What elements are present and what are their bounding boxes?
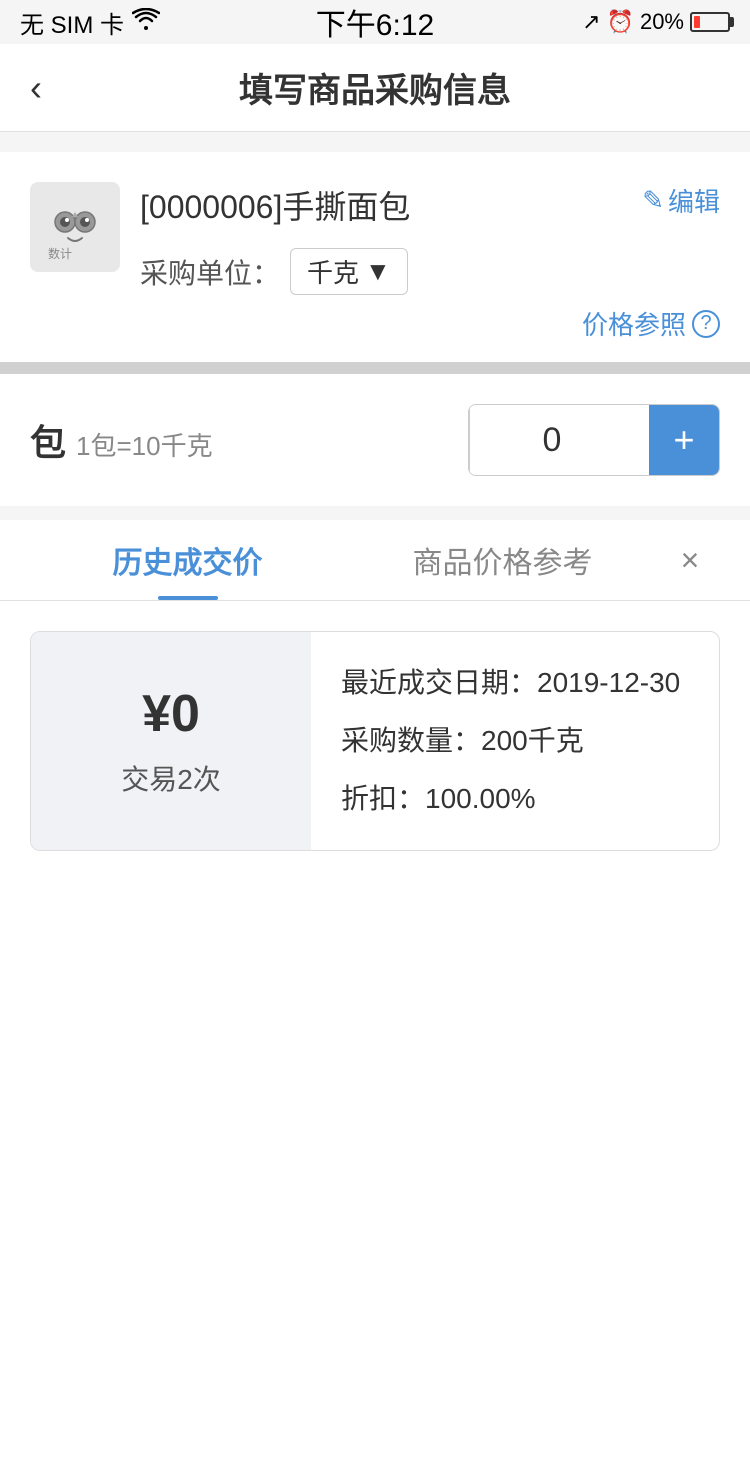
tab-history-price-label: 历史成交价 xyxy=(113,538,263,582)
status-left: 无 SIM 卡 xyxy=(20,5,160,40)
alarm-icon: ⏰ xyxy=(607,9,634,35)
back-button[interactable]: ‹ xyxy=(30,67,42,109)
price-ref-help-icon: ? xyxy=(692,310,720,338)
quantity-label: 包 1包=10千克 xyxy=(30,414,213,466)
tab-bar: 历史成交价 商品价格参考 × xyxy=(0,520,750,601)
price-card-right: 最近成交日期：2019-12-30 采购数量：200千克 折扣：100.00% xyxy=(311,632,719,850)
quantity-label-text: 采购数量： xyxy=(341,725,481,756)
quantity-row: 包 1包=10千克 + xyxy=(0,374,750,506)
product-info: [0000006]手撕面包 采购单位： 千克 ▼ xyxy=(140,182,410,295)
price-transactions: 交易2次 xyxy=(121,758,221,798)
page-header: ‹ 填写商品采购信息 xyxy=(0,44,750,132)
recent-date-row: 最近成交日期：2019-12-30 xyxy=(341,662,689,704)
status-bar: 无 SIM 卡 下午6:12 ↗ ⏰ 20% xyxy=(0,0,750,44)
product-card: 数计 [0000006]手撕面包 采购单位： 千克 ▼ ✎ 编辑 价格参照 xyxy=(0,152,750,362)
price-ref-button[interactable]: 价格参照 ? xyxy=(582,305,720,342)
tab-history-price[interactable]: 历史成交价 xyxy=(30,520,345,600)
recent-date-value: 2019-12-30 xyxy=(537,667,680,698)
recent-date-label: 最近成交日期： xyxy=(341,667,537,698)
battery-fill xyxy=(694,16,700,28)
quantity-value: 200千克 xyxy=(481,725,584,756)
unit-dropdown[interactable]: 千克 ▼ xyxy=(290,248,408,295)
unit-value: 千克 xyxy=(307,253,359,290)
product-logo-icon: 数计 xyxy=(40,192,110,262)
svg-text:数计: 数计 xyxy=(48,246,72,261)
quantity-unit-conversion: 1包=10千克 xyxy=(76,426,213,463)
product-name: [0000006]手撕面包 xyxy=(140,182,410,228)
purchase-quantity-row: 采购数量：200千克 xyxy=(341,720,689,762)
tab-product-price-ref[interactable]: 商品价格参考 xyxy=(345,520,660,600)
discount-value: 100.00% xyxy=(425,783,536,814)
quantity-plus-button[interactable]: + xyxy=(649,405,719,475)
quantity-unit-big: 包 xyxy=(30,414,66,466)
discount-label: 折扣： xyxy=(341,783,425,814)
carrier-text: 无 SIM 卡 xyxy=(20,5,124,40)
product-unit-row: 采购单位： 千克 ▼ xyxy=(140,248,410,295)
unit-label: 采购单位： xyxy=(140,252,280,292)
quantity-control: + xyxy=(468,404,720,476)
page-title: 填写商品采购信息 xyxy=(239,63,511,112)
gray-divider xyxy=(0,362,750,374)
tab-product-price-ref-label: 商品价格参考 xyxy=(413,538,593,582)
quantity-input[interactable] xyxy=(469,405,649,475)
product-left: 数计 [0000006]手撕面包 采购单位： 千克 ▼ xyxy=(30,182,410,295)
price-card: ¥0 交易2次 最近成交日期：2019-12-30 采购数量：200千克 折扣：… xyxy=(30,631,720,851)
location-icon: ↗ xyxy=(582,9,600,35)
product-top-row: 数计 [0000006]手撕面包 采购单位： 千克 ▼ ✎ 编辑 xyxy=(30,182,720,295)
price-ref-label: 价格参照 xyxy=(582,305,686,342)
status-right: ↗ ⏰ 20% xyxy=(582,9,730,35)
discount-row: 折扣：100.00% xyxy=(341,778,689,820)
edit-icon: ✎ xyxy=(642,185,664,216)
battery-percent: 20% xyxy=(640,9,684,35)
bottom-space xyxy=(0,881,750,1481)
battery-icon xyxy=(690,12,730,32)
dropdown-arrow-icon: ▼ xyxy=(365,256,391,287)
price-ref-row: 价格参照 ? xyxy=(30,305,720,342)
price-amount: ¥0 xyxy=(142,684,200,744)
price-card-left: ¥0 交易2次 xyxy=(31,632,311,850)
status-time: 下午6:12 xyxy=(316,0,434,44)
product-image: 数计 xyxy=(30,182,120,272)
wifi-icon xyxy=(132,8,160,37)
edit-label: 编辑 xyxy=(668,182,720,219)
history-content: ¥0 交易2次 最近成交日期：2019-12-30 采购数量：200千克 折扣：… xyxy=(0,601,750,881)
tab-close-button[interactable]: × xyxy=(660,520,720,600)
edit-button[interactable]: ✎ 编辑 xyxy=(642,182,720,219)
